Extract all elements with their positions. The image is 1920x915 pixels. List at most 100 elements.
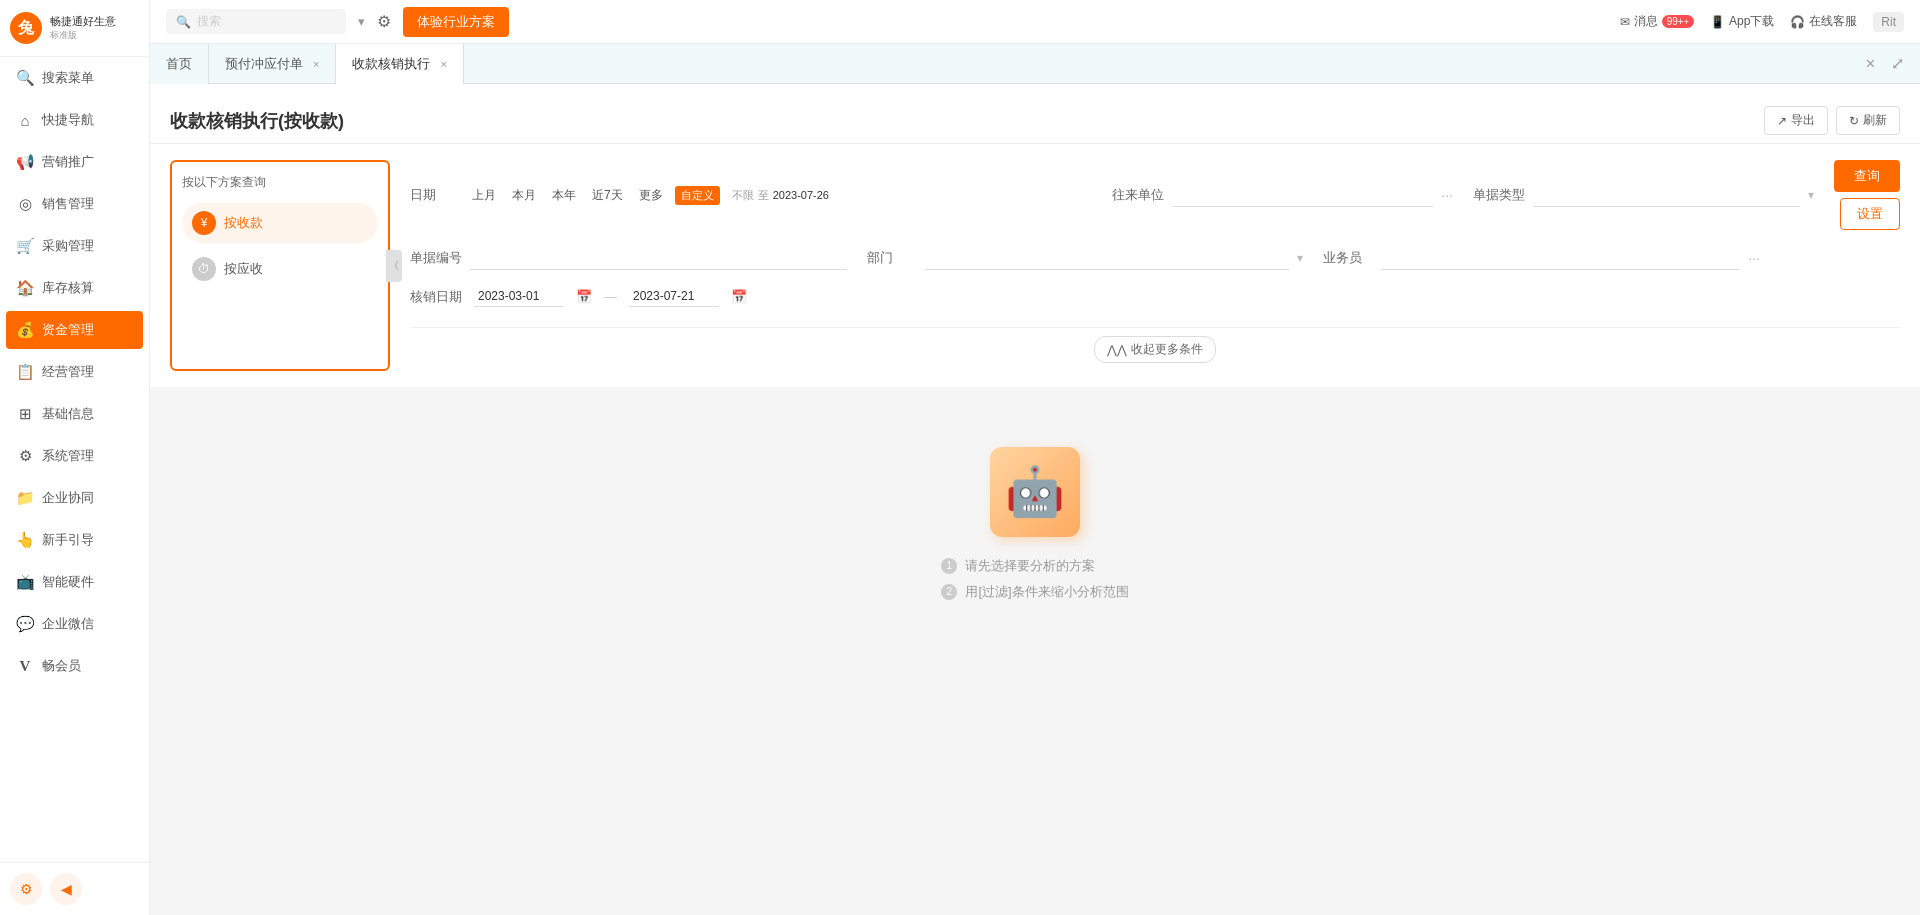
app-download-button[interactable]: 📱 App下载: [1710, 13, 1774, 30]
date-btn-custom[interactable]: 自定义: [675, 186, 720, 205]
sidebar: 兔 畅捷通好生意 标准版 🔍 搜索菜单 ⌂ 快捷导航 📢 营销推广 ◎ 销售管理…: [0, 0, 150, 915]
empty-state: 🤖 1 请先选择要分析的方案 2 用[过滤]条件来缩小分析范围: [150, 387, 1920, 665]
sidebar-item-wechat[interactable]: 💬 企业微信: [0, 603, 149, 645]
tab-close-all-icon[interactable]: ×: [1862, 51, 1879, 77]
tab-fullscreen-icon[interactable]: ⤢: [1887, 50, 1908, 77]
industry-solution-button[interactable]: 体验行业方案: [403, 7, 509, 37]
export-button[interactable]: ↗ 导出: [1764, 106, 1828, 135]
finance-icon: 💰: [16, 321, 34, 339]
counterparty-dots-icon[interactable]: ···: [1441, 187, 1453, 203]
dept-field: 部门 ▾: [867, 246, 1304, 270]
salesperson-input[interactable]: [1381, 246, 1740, 270]
marketing-icon: 📢: [16, 153, 34, 171]
service-label: 在线客服: [1809, 13, 1857, 30]
sidebar-item-label: 销售管理: [42, 195, 94, 213]
search-placeholder: 搜索: [197, 13, 221, 30]
sidebar-item-system[interactable]: ⚙ 系统管理: [0, 435, 149, 477]
main-area: 🔍 搜索 ▾ ⚙ 体验行业方案 ✉ 消息 99++ 📱 App下载 🎧 在线客服…: [150, 0, 1920, 915]
sidebar-collapse-btn[interactable]: ◀: [50, 873, 82, 905]
collapse-more-button[interactable]: ⋀⋀ 收起更多条件: [1094, 336, 1216, 363]
app-download-label: App下载: [1729, 13, 1774, 30]
bill-no-input[interactable]: [470, 246, 847, 270]
date-btn-more[interactable]: 更多: [635, 185, 667, 206]
sidebar-item-label: 资金管理: [42, 321, 94, 339]
sidebar-item-member[interactable]: V 畅会员: [0, 645, 149, 687]
guide-icon: 👆: [16, 531, 34, 549]
sidebar-item-enterprise[interactable]: 📁 企业协同: [0, 477, 149, 519]
counterparty-field: 往来单位 ···: [1112, 183, 1453, 207]
logo-icon: 兔: [10, 12, 42, 44]
sidebar-item-operations[interactable]: 📋 经营管理: [0, 351, 149, 393]
bill-type-dropdown-icon[interactable]: ▾: [1808, 188, 1814, 202]
page-header: 收款核销执行(按收款) ↗ 导出 ↻ 刷新: [150, 84, 1920, 144]
sales-icon: ◎: [16, 195, 34, 213]
date-btn-last-month[interactable]: 上月: [468, 185, 500, 206]
sidebar-item-quick-nav[interactable]: ⌂ 快捷导航: [0, 99, 149, 141]
sidebar-item-label: 新手引导: [42, 531, 94, 549]
sidebar-item-label: 企业微信: [42, 615, 94, 633]
customer-service-button[interactable]: 🎧 在线客服: [1790, 13, 1857, 30]
dept-input[interactable]: [925, 246, 1290, 270]
bill-no-field: 单据编号: [410, 246, 847, 270]
tab-prepay[interactable]: 预付冲应付单 ×: [209, 44, 336, 84]
topbar-search-box[interactable]: 🔍 搜索: [166, 9, 346, 34]
filter-row-verif: 核销日期 📅 — 📅: [410, 286, 1900, 307]
date-btn-this-month[interactable]: 本月: [508, 185, 540, 206]
dept-dropdown-icon[interactable]: ▾: [1297, 251, 1303, 265]
filter-option-by-receipt[interactable]: ¥ 按收款: [182, 203, 378, 243]
sidebar-item-finance[interactable]: 💰 资金管理: [6, 311, 143, 349]
sidebar-item-marketing[interactable]: 📢 营销推广: [0, 141, 149, 183]
date-to-label: 至: [758, 188, 769, 203]
salesperson-dots-icon[interactable]: ···: [1748, 250, 1760, 266]
purchase-icon: 🛒: [16, 237, 34, 255]
messages-button[interactable]: ✉ 消息 99++: [1620, 13, 1694, 30]
filter-option-by-receivable[interactable]: ⏱ 按应收: [182, 249, 378, 289]
tab-receipt-writeoff-close-icon[interactable]: ×: [440, 58, 446, 70]
filter-panel-title: 按以下方案查询: [182, 174, 378, 191]
filter-row-2: 单据编号 部门 ▾ 业务员 ···: [410, 246, 1900, 270]
sidebar-item-hardware[interactable]: 📺 智能硬件: [0, 561, 149, 603]
verif-date-end-calendar-icon[interactable]: 📅: [731, 289, 747, 304]
counterparty-input[interactable]: [1172, 183, 1433, 207]
sidebar-item-label: 经营管理: [42, 363, 94, 381]
date-btn-this-year[interactable]: 本年: [548, 185, 580, 206]
refresh-icon: ↻: [1849, 114, 1859, 128]
sidebar-item-label: 搜索菜单: [42, 69, 94, 87]
sidebar-item-label: 企业协同: [42, 489, 94, 507]
user-avatar[interactable]: Rit: [1873, 12, 1904, 32]
verif-date-start-input[interactable]: [474, 286, 564, 307]
verif-date-end-input[interactable]: [629, 286, 719, 307]
sidebar-item-basic-info[interactable]: ⊞ 基础信息: [0, 393, 149, 435]
bill-type-input[interactable]: [1533, 183, 1800, 207]
export-icon: ↗: [1777, 114, 1787, 128]
more-conditions-section: ⋀⋀ 收起更多条件: [410, 327, 1900, 371]
sidebar-item-purchase[interactable]: 🛒 采购管理: [0, 225, 149, 267]
sidebar-item-inventory[interactable]: 🏠 库存核算: [0, 267, 149, 309]
tab-home[interactable]: 首页: [150, 44, 209, 84]
inventory-icon: 🏠: [16, 279, 34, 297]
filter-scheme-panel: 按以下方案查询 ¥ 按收款 ⏱ 按应收 《: [170, 160, 390, 371]
bill-type-field: 单据类型 ▾: [1473, 183, 1814, 207]
sidebar-item-sales[interactable]: ◎ 销售管理: [0, 183, 149, 225]
quick-nav-icon: ⌂: [16, 112, 34, 129]
sidebar-settings-btn[interactable]: ⚙: [10, 873, 42, 905]
tab-receipt-writeoff[interactable]: 收款核销执行 ×: [336, 44, 463, 84]
topbar-dropdown-icon[interactable]: ▾: [358, 14, 365, 29]
messages-badge: 99++: [1662, 15, 1694, 28]
tab-prepay-close-icon[interactable]: ×: [313, 58, 319, 70]
verif-date-start-calendar-icon[interactable]: 📅: [576, 289, 592, 304]
settings-button[interactable]: 设置: [1840, 198, 1900, 230]
enterprise-icon: 📁: [16, 489, 34, 507]
empty-hint-step1: 1 请先选择要分析的方案: [941, 553, 1128, 579]
refresh-button[interactable]: ↻ 刷新: [1836, 106, 1900, 135]
sidebar-item-guide[interactable]: 👆 新手引导: [0, 519, 149, 561]
filter-panel-collapse-btn[interactable]: 《: [386, 250, 402, 282]
search-button[interactable]: 查询: [1834, 160, 1900, 192]
sidebar-item-label: 基础信息: [42, 405, 94, 423]
tabbar: 首页 预付冲应付单 × 收款核销执行 × × ⤢: [150, 44, 1920, 84]
topbar-settings-icon[interactable]: ⚙: [377, 12, 391, 31]
by-receipt-icon: ¥: [192, 211, 216, 235]
date-btn-7days[interactable]: 近7天: [588, 185, 627, 206]
sidebar-item-search-menu[interactable]: 🔍 搜索菜单: [0, 57, 149, 99]
sidebar-item-label: 系统管理: [42, 447, 94, 465]
